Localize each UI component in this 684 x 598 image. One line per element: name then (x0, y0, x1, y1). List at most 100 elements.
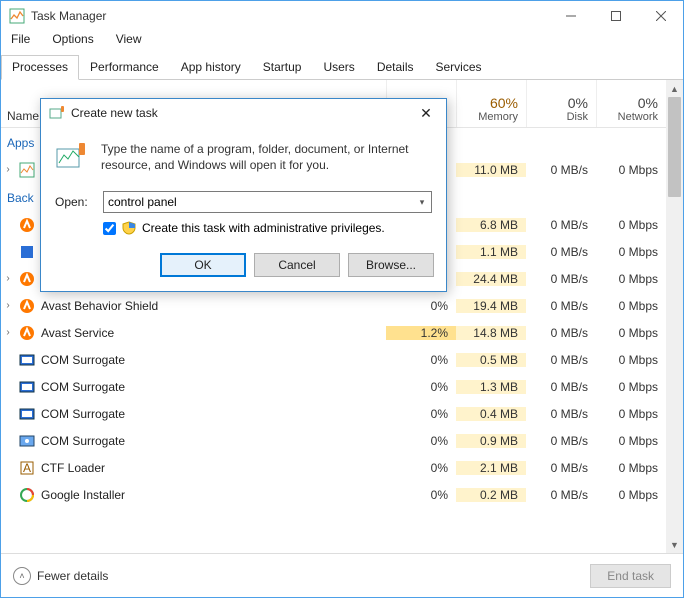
process-row[interactable]: ›Avast Behavior Shield0%19.4 MB0 MB/s0 M… (1, 292, 666, 319)
ok-button[interactable]: OK (160, 253, 246, 277)
column-memory[interactable]: 60%Memory (456, 80, 526, 127)
memory-cell: 2.1 MB (456, 461, 526, 475)
process-icon (19, 433, 35, 449)
disk-cell: 0 MB/s (526, 272, 596, 286)
cancel-button[interactable]: Cancel (254, 253, 340, 277)
titlebar: Task Manager (1, 1, 683, 31)
network-cell: 0 Mbps (596, 488, 666, 502)
chevron-up-icon: ˄ (13, 567, 31, 585)
process-row[interactable]: ›Avast Service1.2%14.8 MB0 MB/s0 Mbps (1, 319, 666, 346)
process-icon (19, 271, 35, 287)
scroll-thumb[interactable] (668, 97, 681, 197)
scroll-down-button[interactable]: ▼ (666, 536, 683, 553)
dialog-titlebar: Create new task ✕ (41, 99, 446, 127)
expand-arrow-icon[interactable]: › (1, 327, 15, 338)
browse-button[interactable]: Browse... (348, 253, 434, 277)
column-disk[interactable]: 0%Disk (526, 80, 596, 127)
process-name: COM Surrogate (41, 407, 386, 421)
network-cell: 0 Mbps (596, 407, 666, 421)
task-manager-icon (9, 8, 25, 24)
disk-cell: 0 MB/s (526, 353, 596, 367)
process-row[interactable]: COM Surrogate0%0.5 MB0 MB/s0 Mbps (1, 346, 666, 373)
process-row[interactable]: COM Surrogate0%0.4 MB0 MB/s0 Mbps (1, 400, 666, 427)
network-cell: 0 Mbps (596, 434, 666, 448)
disk-cell: 0 MB/s (526, 407, 596, 421)
menu-options[interactable]: Options (48, 31, 97, 51)
open-input[interactable] (103, 191, 432, 213)
minimize-button[interactable] (548, 1, 593, 31)
memory-cell: 19.4 MB (456, 299, 526, 313)
memory-cell: 0.2 MB (456, 488, 526, 502)
expand-arrow-icon[interactable]: › (1, 273, 15, 284)
process-row[interactable]: ACTF Loader0%2.1 MB0 MB/s0 Mbps (1, 454, 666, 481)
network-cell: 0 Mbps (596, 380, 666, 394)
column-network[interactable]: 0%Network (596, 80, 666, 127)
scroll-up-button[interactable]: ▲ (666, 80, 683, 97)
footer: ˄ Fewer details End task (1, 553, 683, 597)
memory-cell: 0.9 MB (456, 434, 526, 448)
dialog-close-button[interactable]: ✕ (406, 99, 446, 127)
tab-bar: Processes Performance App history Startu… (1, 55, 683, 80)
tab-users[interactable]: Users (312, 55, 365, 79)
memory-cell: 11.0 MB (456, 163, 526, 177)
process-row[interactable]: COM Surrogate0%1.3 MB0 MB/s0 Mbps (1, 373, 666, 400)
process-name: Avast Service (41, 326, 386, 340)
network-cell: 0 Mbps (596, 218, 666, 232)
task-manager-window: Task Manager File Options View Processes… (0, 0, 684, 598)
menu-file[interactable]: File (7, 31, 34, 51)
process-name: COM Surrogate (41, 380, 386, 394)
end-task-button[interactable]: End task (590, 564, 671, 588)
memory-cell: 24.4 MB (456, 272, 526, 286)
fewer-details-button[interactable]: ˄ Fewer details (13, 567, 108, 585)
process-icon (19, 162, 35, 178)
cpu-cell: 0% (386, 434, 456, 448)
cpu-cell: 1.2% (386, 326, 456, 340)
expand-arrow-icon[interactable]: › (1, 300, 15, 311)
process-icon (19, 379, 35, 395)
disk-cell: 0 MB/s (526, 245, 596, 259)
process-icon (19, 217, 35, 233)
svg-text:A: A (23, 461, 31, 475)
tab-details[interactable]: Details (366, 55, 425, 79)
memory-cell: 14.8 MB (456, 326, 526, 340)
memory-cell: 1.1 MB (456, 245, 526, 259)
tab-processes[interactable]: Processes (1, 55, 79, 80)
maximize-button[interactable] (593, 1, 638, 31)
open-label: Open: (55, 195, 91, 209)
run-icon (49, 105, 65, 121)
tab-app-history[interactable]: App history (170, 55, 252, 79)
menu-bar: File Options View (1, 31, 683, 51)
disk-cell: 0 MB/s (526, 434, 596, 448)
memory-cell: 0.4 MB (456, 407, 526, 421)
disk-cell: 0 MB/s (526, 488, 596, 502)
network-cell: 0 Mbps (596, 163, 666, 177)
memory-cell: 0.5 MB (456, 353, 526, 367)
expand-arrow-icon[interactable]: › (1, 164, 15, 175)
chevron-down-icon[interactable]: ▾ (413, 192, 431, 212)
disk-cell: 0 MB/s (526, 380, 596, 394)
process-name: CTF Loader (41, 461, 386, 475)
cpu-cell: 0% (386, 488, 456, 502)
vertical-scrollbar[interactable]: ▲ ▼ (666, 80, 683, 553)
create-new-task-dialog: Create new task ✕ Type the name of a pro… (40, 98, 447, 292)
process-name: COM Surrogate (41, 434, 386, 448)
process-icon (19, 325, 35, 341)
process-icon: A (19, 460, 35, 476)
process-icon (19, 352, 35, 368)
process-row[interactable]: Google Installer0%0.2 MB0 MB/s0 Mbps (1, 481, 666, 508)
process-row[interactable]: COM Surrogate0%0.9 MB0 MB/s0 Mbps (1, 427, 666, 454)
process-icon (19, 298, 35, 314)
close-button[interactable] (638, 1, 683, 31)
network-cell: 0 Mbps (596, 326, 666, 340)
tab-startup[interactable]: Startup (252, 55, 313, 79)
process-icon (19, 487, 35, 503)
tab-services[interactable]: Services (425, 55, 493, 79)
tab-performance[interactable]: Performance (79, 55, 170, 79)
network-cell: 0 Mbps (596, 245, 666, 259)
admin-privileges-checkbox[interactable] (103, 222, 116, 235)
disk-cell: 0 MB/s (526, 163, 596, 177)
admin-privileges-label: Create this task with administrative pri… (142, 221, 385, 235)
network-cell: 0 Mbps (596, 299, 666, 313)
memory-cell: 1.3 MB (456, 380, 526, 394)
menu-view[interactable]: View (112, 31, 146, 51)
